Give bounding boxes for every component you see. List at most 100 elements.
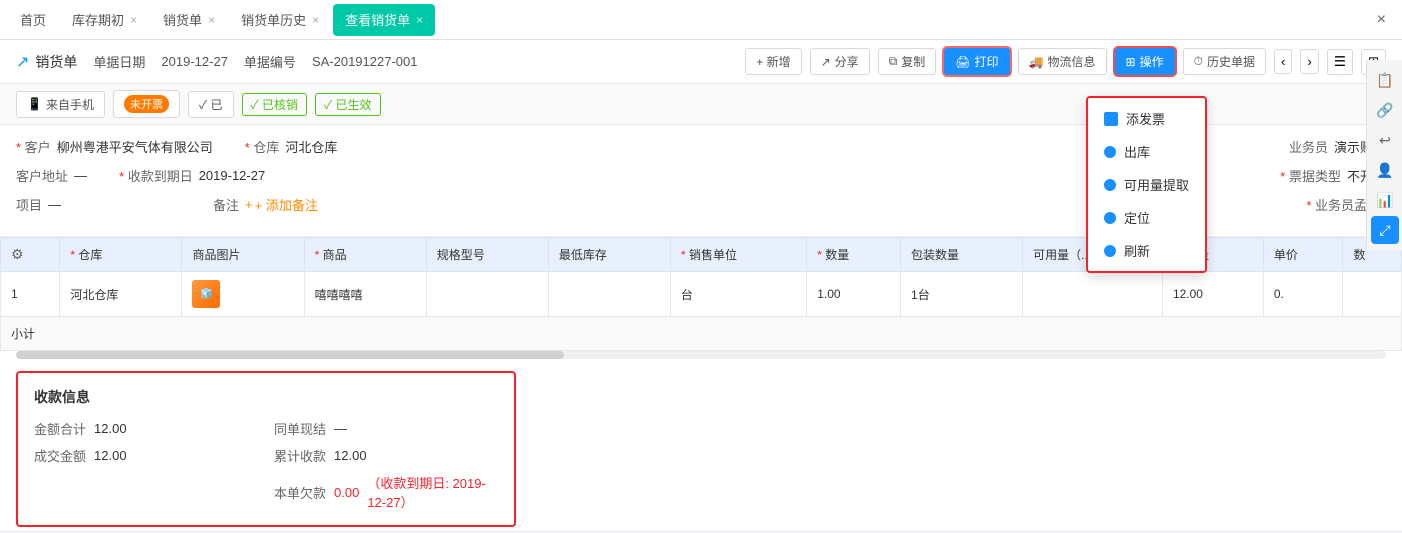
operation-button[interactable]: ⊞ 操作 (1115, 48, 1175, 75)
customer-value: 柳州粤港平安气体有限公司 (57, 137, 213, 156)
payment-section: 收款信息 金额合计 12.00 同单现结 — 成交金额 12.00 累计收款 1… (16, 371, 516, 527)
scroll-thumb (16, 351, 564, 359)
tab-inventory[interactable]: 库存期初 × (60, 4, 149, 36)
refresh-icon (1104, 245, 1116, 257)
col-product: 商品 (304, 238, 426, 272)
prev-button[interactable]: ‹ (1274, 49, 1292, 74)
sidebar-return-icon[interactable]: ↩ (1371, 126, 1399, 154)
col-unit: 销售单位 (670, 238, 806, 272)
row-available (1023, 272, 1163, 317)
project-label: 项目 (16, 195, 42, 214)
next-button[interactable]: › (1300, 49, 1318, 74)
add-invoice-label: 添发票 (1126, 109, 1165, 128)
same-order-value: — (334, 421, 347, 436)
subtotal-row: 小计 (1, 317, 1402, 351)
available-qty-label: 可用量提取 (1124, 175, 1189, 194)
payment-title: 收款信息 (34, 387, 498, 407)
tab-sales-history-close[interactable]: × (312, 13, 319, 27)
cumulative-row: 累计收款 12.00 (274, 446, 498, 465)
not-opened-button[interactable]: 未开票 (113, 90, 180, 118)
print-icon: 🖨 (955, 55, 970, 69)
locate-item[interactable]: 定位 (1088, 201, 1205, 234)
cumulative-value: 12.00 (334, 448, 367, 463)
phone-icon: 📱 (27, 97, 42, 111)
tab-home[interactable]: 首页 (8, 4, 58, 36)
global-close-button[interactable]: × (1369, 7, 1394, 33)
effect-status: ✓ 已生效 (315, 93, 381, 116)
same-order-row: 同单现结 — (274, 419, 498, 438)
doc-title-icon: ↗ (16, 52, 29, 72)
col-price: 单价 (1263, 238, 1343, 272)
row-min-stock (548, 272, 670, 317)
locate-icon (1104, 212, 1116, 224)
table-row: 1 河北仓库 🧊 嘻嘻嘻嘻 台 1.00 1台 12.00 0. (1, 272, 1402, 317)
deal-amount-label: 成交金额 (34, 446, 86, 465)
add-remark-button[interactable]: + + 添加备注 (245, 195, 318, 214)
col-min-stock: 最低库存 (548, 238, 670, 272)
toolbar: + 新增 ↗ 分享 ⧉ 复制 🖨 打印 🚚 物流信息 (745, 48, 1386, 75)
right-sidebar: 📋 🔗 ↩ 👤 📊 ⤢ (1366, 60, 1402, 250)
sidebar-user-icon[interactable]: 👤 (1371, 156, 1399, 184)
warehouse-label: 仓库 (245, 137, 280, 156)
logistics-button[interactable]: 🚚 物流信息 (1018, 48, 1107, 75)
history-icon: ⏱ (1194, 54, 1203, 69)
copy-icon: ⧉ (889, 54, 898, 69)
sidebar-link-icon[interactable]: 🔗 (1371, 96, 1399, 124)
due-label: 本单欠款 (274, 483, 326, 502)
project-field: 项目 — (16, 195, 61, 214)
tab-view-sales-close[interactable]: × (416, 13, 423, 27)
operation-icon: ⊞ (1126, 55, 1136, 69)
tab-view-sales[interactable]: 查看销货单 × (333, 4, 435, 36)
logistics-icon: 🚚 (1029, 55, 1044, 69)
doc-date-label: 单据日期 (93, 52, 145, 71)
locate-label: 定位 (1124, 208, 1150, 227)
copy-button[interactable]: ⧉ 复制 (878, 48, 937, 75)
address-label: 客户地址 (16, 166, 68, 185)
doc-no-label: 单据编号 (244, 52, 296, 71)
warehouse-field: 仓库 河北仓库 (245, 137, 338, 156)
sidebar-expand-icon[interactable]: ⤢ (1371, 216, 1399, 244)
add-button[interactable]: + 新增 (745, 48, 801, 75)
row-amount (1343, 272, 1402, 317)
tab-sales-close[interactable]: × (208, 13, 215, 27)
row-img: 🧊 (182, 272, 304, 317)
view1-button[interactable]: ☰ (1327, 49, 1353, 75)
invoice-label: 票据类型 (1280, 166, 1341, 185)
doc-header: ↗ 销货单 单据日期 2019-12-27 单据编号 SA-20191227-0… (0, 40, 1402, 84)
check-icon-button[interactable]: ✓ 已 (188, 91, 234, 118)
outbound-item[interactable]: 出库 (1088, 135, 1205, 168)
col-pkg-qty: 包装数量 (901, 238, 1023, 272)
col-warehouse: 仓库 (60, 238, 182, 272)
doc-title-text: 销货单 (35, 52, 77, 72)
row-product: 嘻嘻嘻嘻 (304, 272, 426, 317)
tab-sales[interactable]: 销货单 × (151, 4, 227, 36)
doc-meta: 单据日期 2019-12-27 单据编号 SA-20191227-001 (93, 52, 417, 71)
refresh-item[interactable]: 刷新 (1088, 234, 1205, 267)
doc-no-value: SA-20191227-001 (312, 54, 418, 69)
project-value: — (48, 197, 61, 212)
share-button[interactable]: ↗ 分享 (810, 48, 870, 75)
address-field: 客户地址 — (16, 166, 87, 185)
share-icon: ↗ (821, 55, 831, 69)
available-qty-item[interactable]: 可用量提取 (1088, 168, 1205, 201)
doc-date-value: 2019-12-27 (161, 54, 228, 69)
tab-inventory-close[interactable]: × (130, 13, 137, 27)
sidebar-clipboard-icon[interactable]: 📋 (1371, 66, 1399, 94)
history-button[interactable]: ⏱ 历史单据 (1183, 48, 1266, 75)
sidebar-chart-icon[interactable]: 📊 (1371, 186, 1399, 214)
warehouse-value: 河北仓库 (285, 137, 337, 156)
tab-sales-history[interactable]: 销货单历史 × (229, 4, 331, 36)
done-status: ✓ 已核销 (242, 93, 308, 116)
due-value: 0.00 (334, 485, 359, 500)
customer-label: 客户 (16, 137, 51, 156)
from-phone-button[interactable]: 📱 来自手机 (16, 91, 105, 118)
doc-title: ↗ 销货单 (16, 52, 77, 72)
scroll-hint[interactable] (16, 351, 1386, 359)
invoice-icon (1104, 112, 1118, 126)
add-invoice-item[interactable]: 添发票 (1088, 102, 1205, 135)
gear-icon[interactable]: ⚙ (11, 246, 24, 262)
payment-date-field: 收款到期日 2019-12-27 (119, 166, 265, 185)
amount-label: 金额合计 (34, 419, 86, 438)
payment-date-value: 2019-12-27 (199, 168, 266, 183)
print-button[interactable]: 🖨 打印 (944, 48, 1009, 75)
